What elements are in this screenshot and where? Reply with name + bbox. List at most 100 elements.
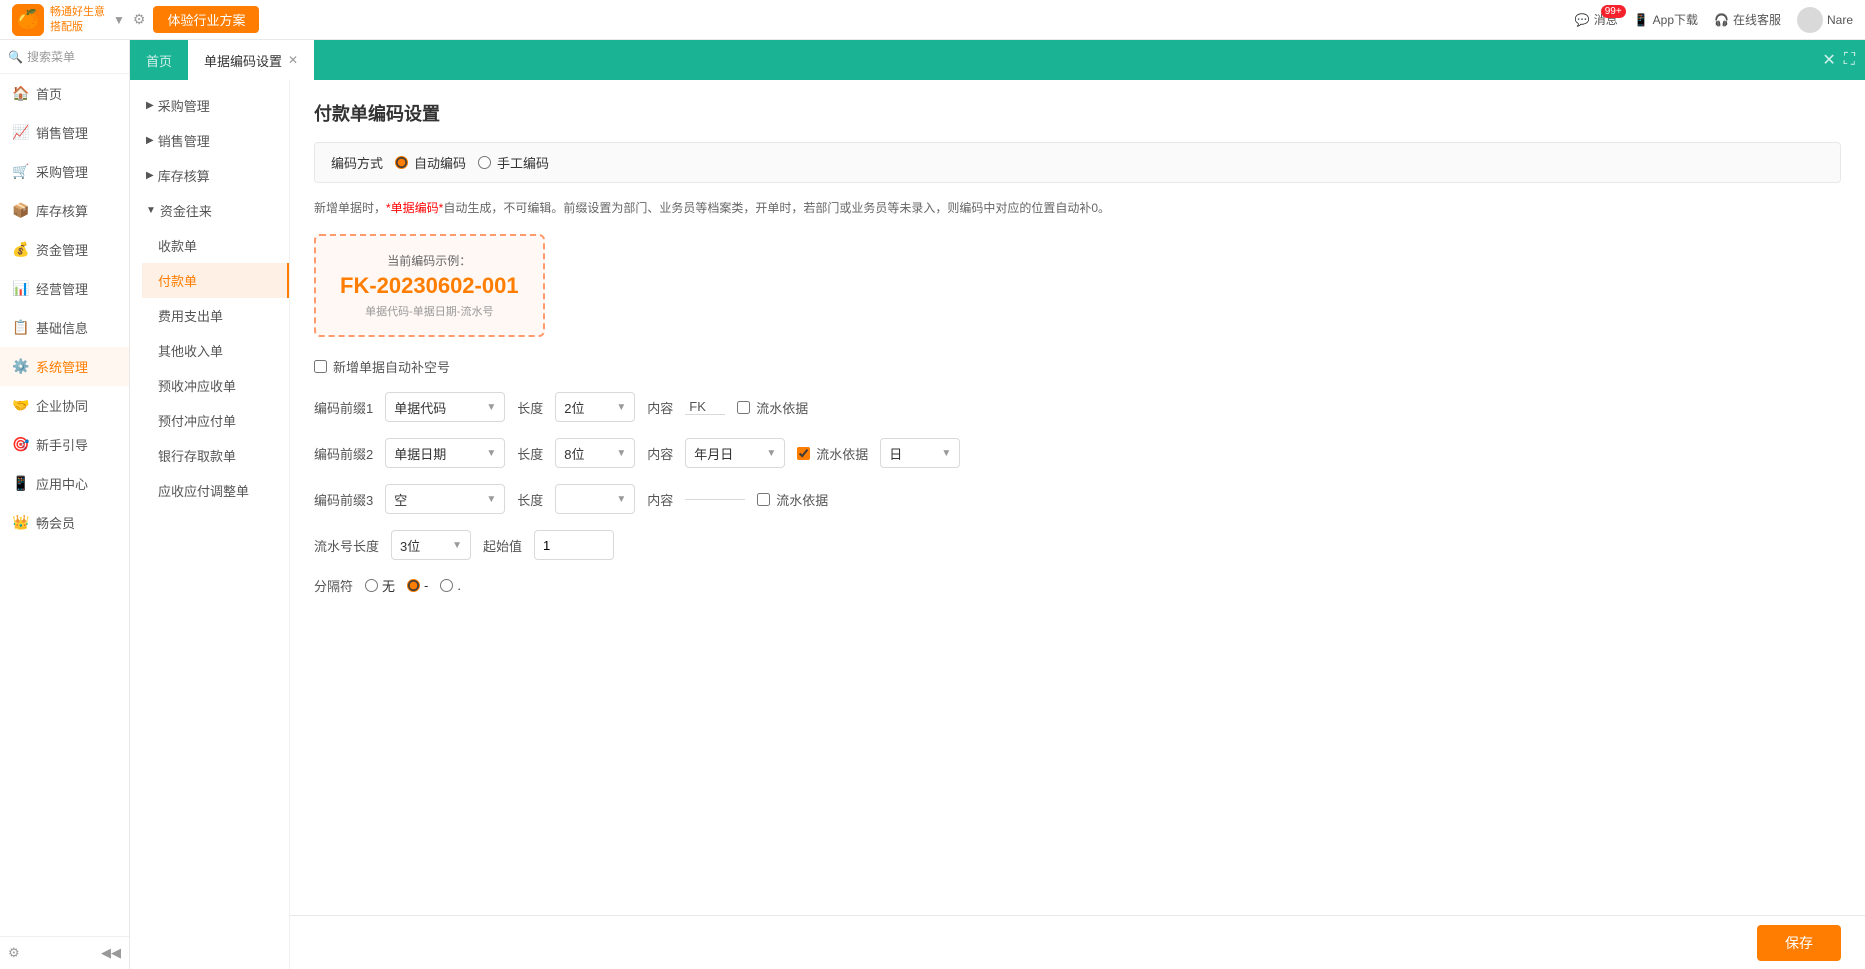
message-button[interactable]: 💬 消息 99+ bbox=[1575, 11, 1618, 28]
prefix2-serial-checkbox-row: 流水依据 bbox=[797, 444, 868, 463]
prefix3-serial-checkbox[interactable] bbox=[757, 493, 770, 506]
top-bar: 🍊 畅通好生意 搭配版 ▼ ⚙ 体验行业方案 💬 消息 99+ 📱 App下载 … bbox=[0, 0, 1865, 40]
subnav-group-sales-header[interactable]: ▶ 销售管理 bbox=[130, 123, 289, 158]
collapse-sidebar-icon[interactable]: ◀◀ bbox=[101, 945, 121, 961]
settings-icon[interactable]: ⚙ bbox=[133, 11, 146, 28]
prefix1-length-select[interactable]: 2位 ▼ bbox=[555, 392, 635, 422]
sidebar-item-guide[interactable]: 🎯 新手引导 bbox=[0, 425, 129, 464]
chevron-down-prefix2-content: ▼ bbox=[766, 448, 776, 459]
subnav-group-inventory-header[interactable]: ▶ 库存核算 bbox=[130, 158, 289, 193]
sidebar-item-basic[interactable]: 📋 基础信息 bbox=[0, 308, 129, 347]
serial-length-select[interactable]: 3位 ▼ bbox=[391, 530, 471, 560]
subnav-item-other-income[interactable]: 其他收入单 bbox=[142, 333, 289, 368]
subnav-group-purchase-header[interactable]: ▶ 采购管理 bbox=[130, 88, 289, 123]
start-value-input[interactable] bbox=[534, 530, 614, 560]
sidebar-search[interactable]: 🔍 搜索菜单 bbox=[0, 40, 129, 74]
user-avatar bbox=[1797, 7, 1823, 33]
apps-icon: 📱 bbox=[12, 475, 30, 493]
prefix2-content-select[interactable]: 年月日 ▼ bbox=[685, 438, 785, 468]
sidebar-bottom: ⚙ ◀◀ bbox=[0, 936, 129, 969]
prefix2-select[interactable]: 单据日期 ▼ bbox=[385, 438, 505, 468]
subnav-item-advance-receivable[interactable]: 预收冲应收单 bbox=[142, 368, 289, 403]
save-button[interactable]: 保存 bbox=[1757, 925, 1841, 961]
separator-none-label[interactable]: 无 bbox=[365, 576, 395, 595]
subnav-item-adjustment[interactable]: 应收应付调整单 bbox=[142, 473, 289, 508]
dropdown-arrow[interactable]: ▼ bbox=[113, 13, 125, 27]
tab-maximize-button[interactable]: ⛶ bbox=[1844, 51, 1855, 69]
prefix3-content-value bbox=[685, 499, 745, 500]
form-content: 付款单编码设置 编码方式 自动编码 手工编码 bbox=[290, 80, 1865, 915]
subnav-capital-children: 收款单 付款单 费用支出单 其他收入单 预收冲应收单 预付冲应付单 银行存取款单… bbox=[130, 228, 289, 508]
prefix1-row: 编码前缀1 单据代码 ▼ 长度 2位 ▼ 内容 FK bbox=[314, 392, 1841, 422]
online-service-button[interactable]: 🎧 在线客服 bbox=[1714, 11, 1781, 28]
coding-method-label: 编码方式 bbox=[331, 153, 383, 172]
subnav-item-receipt[interactable]: 收款单 bbox=[142, 228, 289, 263]
sidebar-item-members[interactable]: 👑 畅会员 bbox=[0, 503, 129, 542]
prefix3-select[interactable]: 空 ▼ bbox=[385, 484, 505, 514]
prefix2-serial-unit-select[interactable]: 日 ▼ bbox=[880, 438, 960, 468]
prefix2-row: 编码前缀2 单据日期 ▼ 长度 8位 ▼ 内容 年月日 bbox=[314, 438, 1841, 468]
serial-length-row: 流水号长度 3位 ▼ 起始值 bbox=[314, 530, 1841, 560]
basic-icon: 📋 bbox=[12, 319, 30, 337]
sidebar-item-home[interactable]: 🏠 首页 bbox=[0, 74, 129, 113]
separator-dot-radio[interactable] bbox=[440, 579, 453, 592]
tab-close-icon[interactable]: ✕ bbox=[288, 53, 298, 67]
app-download-button[interactable]: 📱 App下载 bbox=[1634, 11, 1698, 28]
code-desc: 单据代码-单据日期-流水号 bbox=[340, 303, 519, 319]
operations-icon: 📊 bbox=[12, 280, 30, 298]
prefix2-serial-checkbox[interactable] bbox=[797, 447, 810, 460]
trial-button[interactable]: 体验行业方案 bbox=[153, 6, 259, 33]
chevron-down-prefix2-unit: ▼ bbox=[941, 448, 951, 459]
code-preview: 当前编码示例： FK-20230602-001 单据代码-单据日期-流水号 bbox=[314, 234, 545, 337]
subnav-item-expense[interactable]: 费用支出单 bbox=[142, 298, 289, 333]
sidebar-item-enterprise[interactable]: 🤝 企业协同 bbox=[0, 386, 129, 425]
enterprise-icon: 🤝 bbox=[12, 397, 30, 415]
tab-home[interactable]: 首页 bbox=[130, 40, 188, 80]
manual-code-radio[interactable] bbox=[478, 156, 491, 169]
subnav-item-bank-deposit[interactable]: 银行存取款单 bbox=[142, 438, 289, 473]
sidebar-item-purchase[interactable]: 🛒 采购管理 bbox=[0, 152, 129, 191]
separator-none-radio[interactable] bbox=[365, 579, 378, 592]
chevron-right-icon: ▶ bbox=[146, 100, 154, 111]
main-layout: 🔍 搜索菜单 🏠 首页 📈 销售管理 🛒 采购管理 📦 库存核算 💰 资金管理 … bbox=[0, 40, 1865, 969]
subnav-item-advance-payable[interactable]: 预付冲应付单 bbox=[142, 403, 289, 438]
subnav-group-capital: ▼ 资金往来 收款单 付款单 费用支出单 其他收入单 预收冲应收单 预付冲应付单… bbox=[130, 193, 289, 508]
tab-coding[interactable]: 单据编码设置 ✕ bbox=[188, 40, 314, 80]
logo-icon: 🍊 bbox=[12, 4, 44, 36]
auto-code-radio[interactable] bbox=[395, 156, 408, 169]
sidebar-item-system[interactable]: ⚙️ 系统管理 bbox=[0, 347, 129, 386]
user-info[interactable]: Nare bbox=[1797, 7, 1853, 33]
separator-dot-label[interactable]: . bbox=[440, 578, 461, 593]
sidebar-item-sales[interactable]: 📈 销售管理 bbox=[0, 113, 129, 152]
prefix3-length-select[interactable]: ▼ bbox=[555, 484, 635, 514]
code-value: FK-20230602-001 bbox=[340, 273, 519, 299]
settings-bottom-icon[interactable]: ⚙ bbox=[8, 945, 20, 961]
prefix1-select[interactable]: 单据代码 ▼ bbox=[385, 392, 505, 422]
chevron-down-prefix2-len: ▼ bbox=[616, 448, 626, 459]
auto-code-radio-label[interactable]: 自动编码 bbox=[395, 153, 466, 172]
separator-dash-radio[interactable] bbox=[407, 579, 420, 592]
inventory-icon: 📦 bbox=[12, 202, 30, 220]
coding-method-row: 编码方式 自动编码 手工编码 bbox=[314, 142, 1841, 183]
sidebar-item-inventory[interactable]: 📦 库存核算 bbox=[0, 191, 129, 230]
prefix1-serial-checkbox[interactable] bbox=[737, 401, 750, 414]
prefix2-length-select[interactable]: 8位 ▼ bbox=[555, 438, 635, 468]
chevron-right-icon-3: ▶ bbox=[146, 170, 154, 181]
sidebar-item-operations[interactable]: 📊 经营管理 bbox=[0, 269, 129, 308]
chevron-down-serial-length: ▼ bbox=[452, 540, 462, 551]
example-label: 当前编码示例： bbox=[340, 252, 519, 269]
bottom-bar: 保存 bbox=[290, 915, 1865, 969]
subnav-item-payment[interactable]: 付款单 bbox=[142, 263, 289, 298]
chevron-down-prefix3: ▼ bbox=[486, 494, 496, 505]
tab-minimize-button[interactable]: ✕ bbox=[1822, 50, 1835, 70]
page-title: 付款单编码设置 bbox=[314, 100, 1841, 126]
sidebar-item-apps[interactable]: 📱 应用中心 bbox=[0, 464, 129, 503]
form-area: 付款单编码设置 编码方式 自动编码 手工编码 bbox=[290, 80, 1865, 969]
tab-bar-right: ✕ ⛶ bbox=[1822, 50, 1865, 70]
auto-fill-checkbox[interactable] bbox=[314, 360, 327, 373]
subnav-group-capital-header[interactable]: ▼ 资金往来 bbox=[130, 193, 289, 228]
manual-code-radio-label[interactable]: 手工编码 bbox=[478, 153, 549, 172]
sidebar-item-finance[interactable]: 💰 资金管理 bbox=[0, 230, 129, 269]
members-icon: 👑 bbox=[12, 514, 30, 532]
separator-dash-label[interactable]: - bbox=[407, 578, 428, 593]
